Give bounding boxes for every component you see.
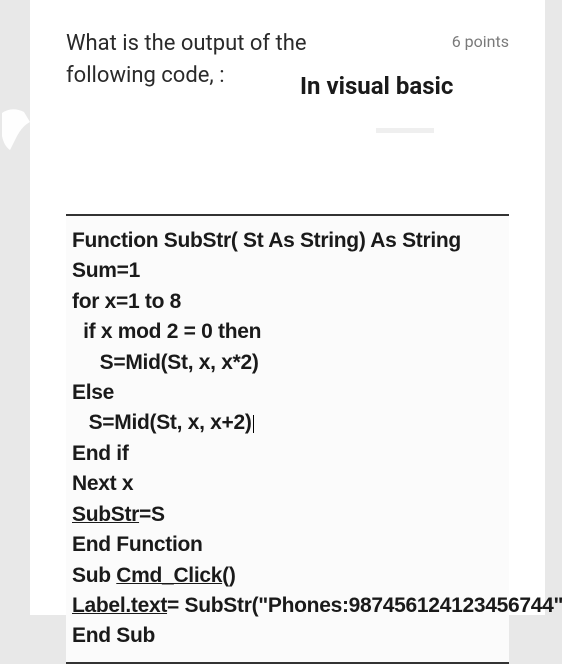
code-line: if x mod 2 = 0 then [72, 317, 503, 347]
points-label: 6 points [452, 32, 509, 51]
text-cursor [253, 415, 254, 433]
code-line: S=Mid(St, x, x*2) [72, 348, 503, 378]
code-line: for x=1 to 8 [72, 287, 503, 317]
code-line: End Sub [72, 621, 503, 651]
code-block: Function SubStr( St As String) As String… [66, 214, 509, 664]
code-line: Function SubStr( St As String) As String [72, 226, 503, 256]
question-line-1: What is the output of the [66, 31, 307, 56]
question-card: What is the output of the following code… [30, 0, 545, 615]
language-label: In visual basic [300, 72, 453, 100]
code-line: Next x [72, 469, 503, 499]
code-line: End Function [72, 530, 503, 560]
code-line: Sub Cmd_Click() [72, 561, 503, 591]
code-line: Sum=1 [72, 256, 503, 286]
code-line: SubStr=S [72, 500, 503, 530]
code-line: End if [72, 439, 503, 469]
code-line: Else [72, 378, 503, 408]
question-line-2: following code, : [66, 63, 225, 88]
question-prompt: What is the output of the following code… [66, 28, 307, 92]
code-line: S=Mid(St, x, x+2) [72, 408, 503, 438]
decorative-rect [376, 128, 434, 133]
code-line: Label.text= SubStr("Phones:9874561241234… [72, 591, 503, 621]
